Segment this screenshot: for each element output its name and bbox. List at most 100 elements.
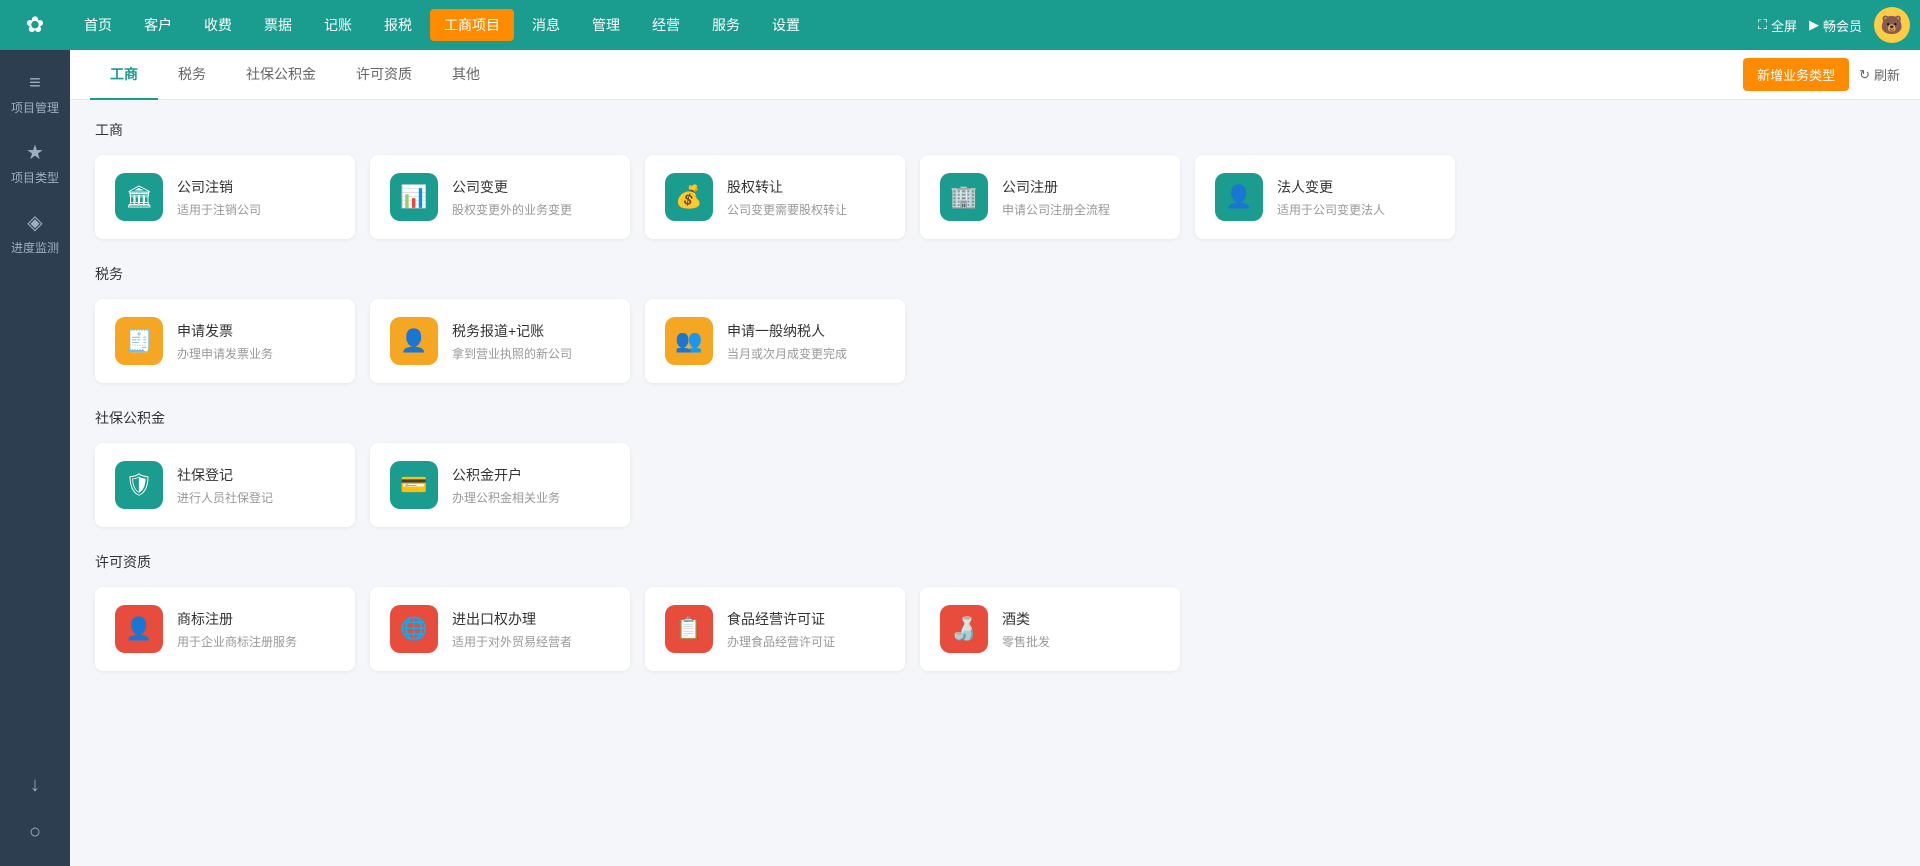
card-desc-apply-invoice: 办理申请发票业务 bbox=[177, 345, 273, 362]
card-desc-tax-report-accounting: 拿到营业执照的新公司 bbox=[452, 345, 572, 362]
top-navigation: ✿ 首页 客户 收费 票据 记账 报税 工商项目 消息 管理 经营 服务 设置 … bbox=[0, 0, 1920, 50]
tab-other[interactable]: 其他 bbox=[432, 50, 500, 100]
nav-fee[interactable]: 收费 bbox=[190, 9, 246, 41]
project-manage-icon: ≡ bbox=[29, 72, 41, 95]
nav-bill[interactable]: 票据 bbox=[250, 9, 306, 41]
card-legal-person-change[interactable]: 👤 法人变更 适用于公司变更法人 bbox=[1195, 155, 1455, 239]
tab-social-insurance[interactable]: 社保公积金 bbox=[226, 50, 336, 100]
nav-home[interactable]: 首页 bbox=[70, 9, 126, 41]
card-info-equity-transfer: 股权转让 公司变更需要股权转让 bbox=[727, 177, 847, 218]
card-title-import-export: 进出口权办理 bbox=[452, 609, 572, 629]
card-desc-apply-general-taxpayer: 当月或次月成变更完成 bbox=[727, 345, 847, 362]
card-apply-invoice[interactable]: 🧾 申请发票 办理申请发票业务 bbox=[95, 299, 355, 383]
card-company-cancel[interactable]: 🏛 公司注销 适用于注销公司 bbox=[95, 155, 355, 239]
tab-business[interactable]: 工商 bbox=[90, 50, 158, 100]
card-trademark[interactable]: 👤 商标注册 用于企业商标注册服务 bbox=[95, 587, 355, 671]
card-desc-equity-transfer: 公司变更需要股权转让 bbox=[727, 201, 847, 218]
card-title-company-cancel: 公司注销 bbox=[177, 177, 261, 197]
card-info-liquor: 酒类 零售批发 bbox=[1002, 609, 1050, 650]
fullscreen-label: 全屏 bbox=[1771, 16, 1797, 35]
nav-accounting[interactable]: 记账 bbox=[310, 9, 366, 41]
nav-operation[interactable]: 经营 bbox=[638, 9, 694, 41]
card-info-provident-fund: 公积金开户 办理公积金相关业务 bbox=[452, 465, 560, 506]
card-info-company-change: 公司变更 股权变更外的业务变更 bbox=[452, 177, 572, 218]
card-info-company-cancel: 公司注销 适用于注销公司 bbox=[177, 177, 261, 218]
card-import-export[interactable]: 🌐 进出口权办理 适用于对外贸易经营者 bbox=[370, 587, 630, 671]
left-sidebar: ≡ 项目管理 ★ 项目类型 ◈ 进度监测 ↓ ○ bbox=[0, 50, 70, 866]
card-company-register[interactable]: 🏢 公司注册 申请公司注册全流程 bbox=[920, 155, 1180, 239]
card-icon-tax-report-accounting: 👤 bbox=[390, 317, 438, 365]
card-icon-food-license: 📋 bbox=[665, 605, 713, 653]
card-icon-liquor: 🍶 bbox=[940, 605, 988, 653]
card-info-apply-general-taxpayer: 申请一般纳税人 当月或次月成变更完成 bbox=[727, 321, 847, 362]
card-desc-trademark: 用于企业商标注册服务 bbox=[177, 633, 297, 650]
scroll-content[interactable]: 工商 🏛 公司注销 适用于注销公司 📊 公司变更 股权变更外的业务变更 bbox=[70, 100, 1920, 866]
card-equity-transfer[interactable]: 💰 股权转让 公司变更需要股权转让 bbox=[645, 155, 905, 239]
cards-grid-license: 👤 商标注册 用于企业商标注册服务 🌐 进出口权办理 适用于对外贸易经营者 📋 bbox=[95, 587, 1895, 671]
card-desc-company-change: 股权变更外的业务变更 bbox=[452, 201, 572, 218]
card-title-food-license: 食品经营许可证 bbox=[727, 609, 835, 629]
cards-grid-social-insurance: 🛡 社保登记 进行人员社保登记 💳 公积金开户 办理公积金相关业务 bbox=[95, 443, 1895, 527]
main-layout: ≡ 项目管理 ★ 项目类型 ◈ 进度监测 ↓ ○ 工商 税务 社保公积金 许可资… bbox=[0, 50, 1920, 866]
card-apply-general-taxpayer[interactable]: 👥 申请一般纳税人 当月或次月成变更完成 bbox=[645, 299, 905, 383]
sidebar-bottom-download[interactable]: ↓ bbox=[0, 762, 70, 809]
sidebar-bottom: ↓ ○ bbox=[0, 762, 70, 866]
card-tax-report-accounting[interactable]: 👤 税务报道+记账 拿到营业执照的新公司 bbox=[370, 299, 630, 383]
card-desc-food-license: 办理食品经营许可证 bbox=[727, 633, 835, 650]
card-info-trademark: 商标注册 用于企业商标注册服务 bbox=[177, 609, 297, 650]
tab-license[interactable]: 许可资质 bbox=[336, 50, 432, 100]
tab-tax[interactable]: 税务 bbox=[158, 50, 226, 100]
card-liquor[interactable]: 🍶 酒类 零售批发 bbox=[920, 587, 1180, 671]
card-title-equity-transfer: 股权转让 bbox=[727, 177, 847, 197]
nav-right: ⛶ 全屏 ▶ 畅会员 🐻 bbox=[1758, 7, 1910, 43]
card-desc-legal-person-change: 适用于公司变更法人 bbox=[1277, 201, 1385, 218]
nav-manage[interactable]: 管理 bbox=[578, 9, 634, 41]
fullscreen-icon: ⛶ bbox=[1758, 17, 1767, 33]
member-label: 畅会员 bbox=[1823, 16, 1862, 35]
card-food-license[interactable]: 📋 食品经营许可证 办理食品经营许可证 bbox=[645, 587, 905, 671]
card-info-food-license: 食品经营许可证 办理食品经营许可证 bbox=[727, 609, 835, 650]
nav-items: 首页 客户 收费 票据 记账 报税 工商项目 消息 管理 经营 服务 设置 bbox=[70, 9, 1758, 41]
card-icon-company-register: 🏢 bbox=[940, 173, 988, 221]
card-icon-apply-invoice: 🧾 bbox=[115, 317, 163, 365]
nav-message[interactable]: 消息 bbox=[518, 9, 574, 41]
card-desc-company-register: 申请公司注册全流程 bbox=[1002, 201, 1110, 218]
card-info-import-export: 进出口权办理 适用于对外贸易经营者 bbox=[452, 609, 572, 650]
card-icon-company-cancel: 🏛 bbox=[115, 173, 163, 221]
card-icon-trademark: 👤 bbox=[115, 605, 163, 653]
refresh-button[interactable]: ↻ 刷新 bbox=[1859, 65, 1900, 84]
sidebar-item-project-type[interactable]: ★ 项目类型 bbox=[0, 128, 70, 198]
card-desc-social-insurance-register: 进行人员社保登记 bbox=[177, 489, 273, 506]
new-type-button[interactable]: 新增业务类型 bbox=[1743, 58, 1849, 91]
card-title-social-insurance-register: 社保登记 bbox=[177, 465, 273, 485]
card-social-insurance-register[interactable]: 🛡 社保登记 进行人员社保登记 bbox=[95, 443, 355, 527]
nav-settings[interactable]: 设置 bbox=[758, 9, 814, 41]
nav-business-project[interactable]: 工商项目 bbox=[430, 9, 514, 41]
avatar[interactable]: 🐻 bbox=[1874, 7, 1910, 43]
sidebar-item-progress-monitor[interactable]: ◈ 进度监测 bbox=[0, 198, 70, 268]
card-company-change[interactable]: 📊 公司变更 股权变更外的业务变更 bbox=[370, 155, 630, 239]
progress-monitor-icon: ◈ bbox=[27, 210, 42, 235]
tab-bar: 工商 税务 社保公积金 许可资质 其他 新增业务类型 ↻ 刷新 bbox=[70, 50, 1920, 100]
card-icon-company-change: 📊 bbox=[390, 173, 438, 221]
card-icon-provident-fund: 💳 bbox=[390, 461, 438, 509]
nav-service[interactable]: 服务 bbox=[698, 9, 754, 41]
card-desc-liquor: 零售批发 bbox=[1002, 633, 1050, 650]
member-button[interactable]: ▶ 畅会员 bbox=[1809, 16, 1862, 35]
card-title-company-register: 公司注册 bbox=[1002, 177, 1110, 197]
fullscreen-button[interactable]: ⛶ 全屏 bbox=[1758, 16, 1797, 35]
sidebar-item-project-manage[interactable]: ≡ 项目管理 bbox=[0, 60, 70, 128]
card-info-social-insurance-register: 社保登记 进行人员社保登记 bbox=[177, 465, 273, 506]
card-title-trademark: 商标注册 bbox=[177, 609, 297, 629]
section-title-tax: 税务 bbox=[95, 264, 1895, 284]
nav-tax-report[interactable]: 报税 bbox=[370, 9, 426, 41]
nav-client[interactable]: 客户 bbox=[130, 9, 186, 41]
card-title-legal-person-change: 法人变更 bbox=[1277, 177, 1385, 197]
tab-actions: 新增业务类型 ↻ 刷新 bbox=[1743, 58, 1900, 91]
sidebar-label-project-manage: 项目管理 bbox=[11, 99, 59, 116]
card-provident-fund[interactable]: 💳 公积金开户 办理公积金相关业务 bbox=[370, 443, 630, 527]
card-info-apply-invoice: 申请发票 办理申请发票业务 bbox=[177, 321, 273, 362]
card-icon-import-export: 🌐 bbox=[390, 605, 438, 653]
sidebar-bottom-circle[interactable]: ○ bbox=[0, 809, 70, 856]
card-icon-equity-transfer: 💰 bbox=[665, 173, 713, 221]
